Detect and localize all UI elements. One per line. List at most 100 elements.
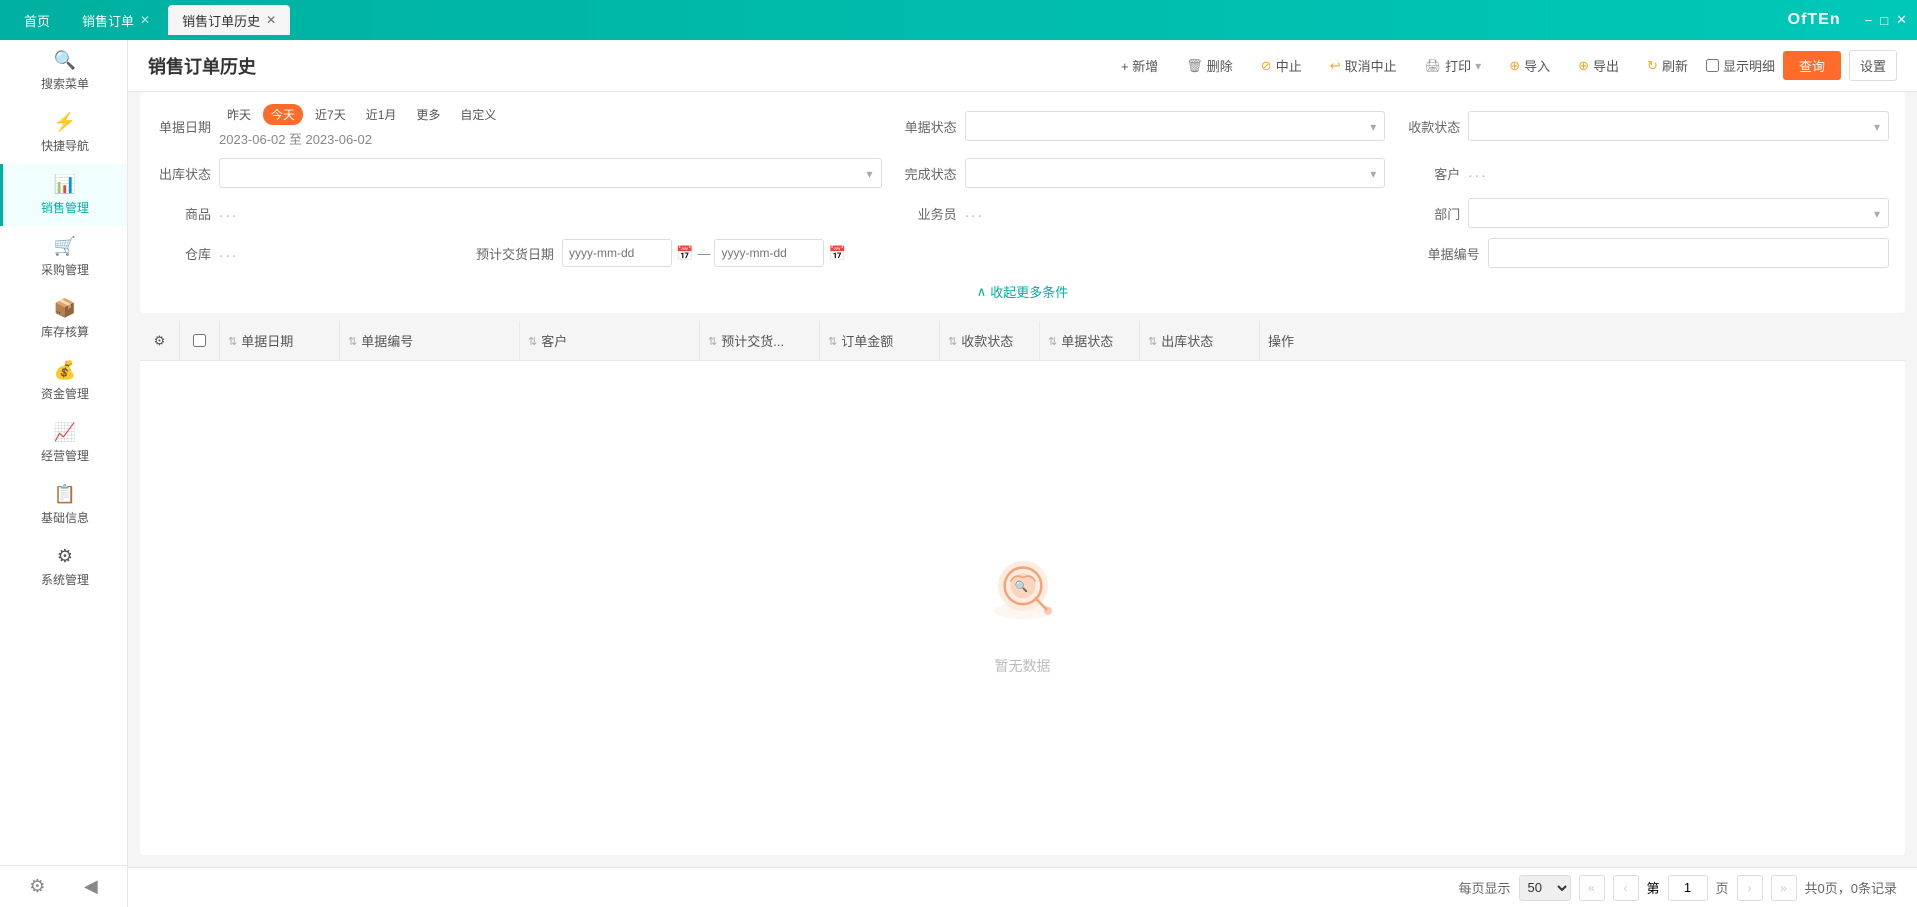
filter-department: 部门 xyxy=(1405,198,1889,228)
current-page-input[interactable] xyxy=(1668,875,1708,901)
sidebar-item-operations[interactable]: 📈 经营管理 xyxy=(0,412,127,474)
tab-sales-history[interactable]: 销售订单历史 ✕ xyxy=(168,5,290,35)
date-tab-yesterday[interactable]: 昨天 xyxy=(219,104,259,125)
date-tab-7days[interactable]: 近7天 xyxy=(307,104,354,125)
department-select[interactable] xyxy=(1468,198,1889,228)
tab-sales-history-label: 销售订单历史 xyxy=(182,11,260,30)
tab-home-label: 首页 xyxy=(24,11,50,30)
minimize-icon[interactable]: − xyxy=(1865,13,1873,28)
th-delivery-status[interactable]: 出库状态 xyxy=(1140,321,1260,360)
th-settings[interactable]: ⚙ xyxy=(140,321,180,360)
page-title: 销售订单历史 xyxy=(148,53,256,79)
customer-dots[interactable]: ... xyxy=(1468,164,1487,182)
th-delivery-date[interactable]: 预计交货... xyxy=(700,321,820,360)
salesperson-dots[interactable]: ... xyxy=(965,204,984,222)
th-date[interactable]: 单据日期 xyxy=(220,321,340,360)
order-status-select[interactable] xyxy=(965,111,1386,141)
th-customer[interactable]: 客户 xyxy=(520,321,700,360)
pagination: 每页显示 20 50 100 200 « ‹ 第 页 › » 共0页，0条记录 xyxy=(128,867,1917,907)
warehouse-dots[interactable]: ... xyxy=(219,244,238,262)
page-size-select[interactable]: 20 50 100 200 xyxy=(1519,875,1571,901)
sidebar-basic-info-label: 基础信息 xyxy=(41,509,89,526)
new-button[interactable]: + 新增 xyxy=(1111,51,1168,80)
print-button[interactable]: 🖨 打印 xyxy=(1415,51,1492,80)
sidebar-item-sales[interactable]: 📊 销售管理 xyxy=(0,164,127,226)
order-status-chevron xyxy=(1370,119,1376,134)
settings-button[interactable]: 设置 xyxy=(1849,50,1897,81)
order-no-input[interactable] xyxy=(1488,238,1889,268)
th-receipt-status-label: 收款状态 xyxy=(961,331,1013,350)
date-tab-1month[interactable]: 近1月 xyxy=(358,104,405,125)
receipt-status-label: 收款状态 xyxy=(1405,117,1460,136)
refresh-button[interactable]: ↻ 刷新 xyxy=(1637,51,1698,80)
cancel-stop-button-label: 取消中止 xyxy=(1345,56,1397,75)
query-button[interactable]: 查询 xyxy=(1783,51,1841,80)
sidebar-inventory-label: 库存核算 xyxy=(41,323,89,340)
table-header: ⚙ 单据日期 单据编号 客户 xyxy=(140,321,1905,361)
th-order-no[interactable]: 单据编号 xyxy=(340,321,520,360)
sidebar-item-inventory[interactable]: 📦 库存核算 xyxy=(0,288,127,350)
tab-sales-order[interactable]: 销售订单 ✕ xyxy=(68,5,164,35)
export-button[interactable]: ⊕ 导出 xyxy=(1568,51,1629,80)
page-size-label: 每页显示 xyxy=(1458,878,1510,897)
collapse-sidebar-icon[interactable]: ◀ xyxy=(84,876,98,897)
tab-sales-history-close[interactable]: ✕ xyxy=(266,14,276,26)
display-detail-toggle[interactable]: 显示明细 xyxy=(1706,56,1775,75)
goods-dots[interactable]: ... xyxy=(219,204,238,222)
empty-text: 暂无数据 xyxy=(995,656,1051,676)
close-window-icon[interactable]: ✕ xyxy=(1896,12,1907,28)
collapse-btn[interactable]: ∧ 收起更多条件 xyxy=(156,278,1889,301)
date-tab-custom[interactable]: 自定义 xyxy=(452,104,504,125)
sidebar-item-quicknav[interactable]: ⚡ 快捷导航 xyxy=(0,102,127,164)
first-page-btn[interactable]: « xyxy=(1579,875,1605,901)
last-page-btn[interactable]: » xyxy=(1771,875,1797,901)
filter-card: 单据日期 昨天 今天 近7天 近1月 更多 自定义 2023 xyxy=(140,92,1905,313)
complete-status-select[interactable] xyxy=(965,158,1386,188)
calendar-icon-start[interactable]: 📅 xyxy=(676,245,693,262)
filter-salesperson: 业务员 ... xyxy=(902,204,1386,223)
filter-receipt-status: 收款状态 xyxy=(1405,111,1889,141)
sidebar-item-purchase[interactable]: 🛒 采购管理 xyxy=(0,226,127,288)
date-tab-more[interactable]: 更多 xyxy=(408,104,448,125)
th-checkbox[interactable] xyxy=(180,321,220,360)
sidebar-item-finance[interactable]: 💰 资金管理 xyxy=(0,350,127,412)
sidebar-item-basic-info[interactable]: 📋 基础信息 xyxy=(0,474,127,536)
display-detail-checkbox-input[interactable] xyxy=(1706,59,1719,72)
next-page-btn[interactable]: › xyxy=(1737,875,1763,901)
page-label: 第 xyxy=(1647,878,1660,897)
stop-icon: ⊘ xyxy=(1261,58,1272,74)
date-tab-today[interactable]: 今天 xyxy=(263,104,303,125)
sidebar-item-system[interactable]: ⚙ 系统管理 xyxy=(0,536,127,598)
quicknav-icon: ⚡ xyxy=(54,112,76,133)
operations-icon: 📈 xyxy=(54,422,76,443)
delete-button[interactable]: 🗑 删除 xyxy=(1176,51,1243,80)
prev-page-btn[interactable]: ‹ xyxy=(1613,875,1639,901)
sidebar-item-search[interactable]: 🔍 搜索菜单 xyxy=(0,40,127,102)
receipt-status-select[interactable] xyxy=(1468,111,1889,141)
th-customer-label: 客户 xyxy=(541,331,567,350)
new-button-label: + 新增 xyxy=(1121,56,1158,75)
th-amount[interactable]: 订单金额 xyxy=(820,321,940,360)
display-detail-label: 显示明细 xyxy=(1723,56,1775,75)
svg-text:🔍: 🔍 xyxy=(1014,579,1027,593)
tab-home[interactable]: 首页 xyxy=(10,5,64,35)
th-order-status[interactable]: 单据状态 xyxy=(1040,321,1140,360)
th-receipt-status[interactable]: 收款状态 xyxy=(940,321,1040,360)
tab-bar: 首页 销售订单 ✕ 销售订单历史 ✕ xyxy=(10,5,1788,35)
tab-sales-order-close[interactable]: ✕ xyxy=(140,14,150,26)
maximize-icon[interactable]: □ xyxy=(1880,13,1888,28)
date-tabs: 昨天 今天 近7天 近1月 更多 自定义 xyxy=(219,104,882,125)
delivery-date-end-input[interactable] xyxy=(714,239,824,267)
settings-button-label: 设置 xyxy=(1860,56,1886,75)
settings-bottom-icon[interactable]: ⚙ xyxy=(29,876,45,897)
cancel-stop-button[interactable]: ↩ 取消中止 xyxy=(1320,51,1407,80)
top-bar-right: OfTEn − □ ✕ xyxy=(1788,11,1907,29)
calendar-icon-end[interactable]: 📅 xyxy=(828,245,845,262)
import-button[interactable]: ⊕ 导入 xyxy=(1499,51,1560,80)
select-all-checkbox[interactable] xyxy=(193,334,206,347)
delivery-date-start-input[interactable] xyxy=(562,239,672,267)
delivery-status-select[interactable] xyxy=(219,158,882,188)
finance-icon: 💰 xyxy=(54,360,76,381)
stop-button[interactable]: ⊘ 中止 xyxy=(1251,51,1312,80)
sidebar-bottom: ⚙ ◀ xyxy=(0,865,127,907)
